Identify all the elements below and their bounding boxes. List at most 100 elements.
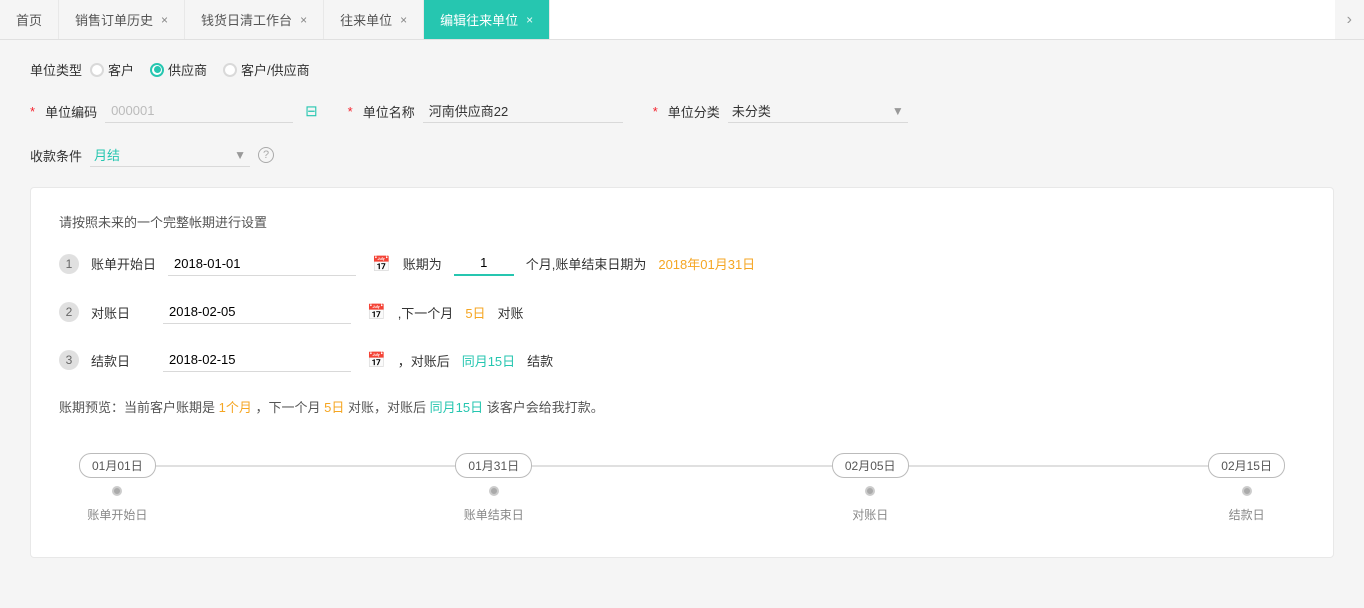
preview-reconcile: 5日 <box>324 400 344 415</box>
period-suffix2-1: 个月,账单结束日期为 <box>526 254 647 273</box>
timeline-pill-3: 02月05日 <box>832 453 909 478</box>
timeline-label-3: 对账日 <box>852 506 888 523</box>
payment-terms-help-icon[interactable]: ? <box>258 147 274 163</box>
period-row-1: 1 账单开始日 📅 账期为 个月,账单结束日期为 2018年01月31日 <box>59 251 1305 276</box>
period-num-3: 3 <box>59 350 79 370</box>
unit-category-label: 单位分类 <box>668 102 720 121</box>
tab-edit-counterpart-close[interactable]: × <box>526 13 533 27</box>
tab-counterpart[interactable]: 往来单位 × <box>324 0 424 39</box>
radio-supplier[interactable]: 供应商 <box>150 60 207 79</box>
period-months-input[interactable] <box>454 251 514 276</box>
timeline-dot-3 <box>865 486 875 496</box>
panel-hint: 请按照未来的一个完整帐期进行设置 <box>59 212 1305 231</box>
period-cal-icon-1[interactable]: 📅 <box>372 255 391 273</box>
timeline-label-1: 账单开始日 <box>87 506 147 523</box>
timeline-node-3: 02月05日 对账日 <box>832 453 909 523</box>
unit-category-select[interactable]: 未分类 ▼ <box>728 99 908 123</box>
payment-terms-field: 收款条件 月结 ▼ ? <box>30 143 274 167</box>
payment-terms-row: 收款条件 月结 ▼ ? <box>30 143 1334 167</box>
radio-customer[interactable]: 客户 <box>90 60 134 79</box>
period-date-2[interactable] <box>163 300 351 324</box>
timeline-label-4: 结款日 <box>1229 506 1265 523</box>
timeline-dots: 01月01日 账单开始日 01月31日 账单结束日 02月05日 对账日 <box>79 453 1285 523</box>
period-reconcile-day: 5日 <box>465 303 485 322</box>
unit-category-value: 未分类 <box>732 101 892 120</box>
timeline-node-2: 01月31日 账单结束日 <box>455 453 532 523</box>
unit-code-field: * 单位编码 ⊟ <box>30 99 318 123</box>
unit-name-label: 单位名称 <box>363 102 415 121</box>
timeline-node-1: 01月01日 账单开始日 <box>79 453 156 523</box>
unit-name-input[interactable] <box>423 99 623 123</box>
tab-home[interactable]: 首页 <box>0 0 59 39</box>
radio-customer-label: 客户 <box>108 60 134 79</box>
timeline: 01月01日 账单开始日 01月31日 账单结束日 02月05日 对账日 <box>59 443 1305 533</box>
tab-edit-counterpart[interactable]: 编辑往来单位 × <box>424 0 550 39</box>
unit-info-row: * 单位编码 ⊟ * 单位名称 * 单位分类 未分类 ▼ <box>30 99 1334 123</box>
unit-category-required: * <box>653 104 658 119</box>
tab-sales-order-label: 销售订单历史 <box>75 10 153 29</box>
unit-category-chevron-icon: ▼ <box>892 104 904 118</box>
preview-text: 账期预览：当前客户账期是 1个月 ，下一个月 5日 对账，对账后 同月15日 该… <box>59 396 1305 419</box>
period-cal-icon-3[interactable]: 📅 <box>367 351 386 369</box>
period-suffix-3b: 结款 <box>527 351 553 370</box>
period-row-3: 3 结款日 📅 ，对账后 同月15日 结款 <box>59 348 1305 372</box>
unit-name-required: * <box>348 104 353 119</box>
tab-sales-order[interactable]: 销售订单历史 × <box>59 0 185 39</box>
tab-counterpart-close[interactable]: × <box>400 13 407 27</box>
timeline-pill-2: 01月31日 <box>455 453 532 478</box>
timeline-pill-1: 01月01日 <box>79 453 156 478</box>
radio-both-label: 客户/供应商 <box>241 60 310 79</box>
radio-both-circle <box>223 63 237 77</box>
payment-terms-chevron-icon: ▼ <box>234 148 246 162</box>
radio-group-unit-type: 客户 供应商 客户/供应商 <box>90 60 310 79</box>
unit-type-row: 单位类型 客户 供应商 客户/供应商 <box>30 60 1334 79</box>
timeline-dot-4 <box>1242 486 1252 496</box>
period-num-1: 1 <box>59 254 79 274</box>
payment-terms-value: 月结 <box>94 145 234 164</box>
preview-months: 1个月 <box>219 400 252 415</box>
unit-code-label: 单位编码 <box>45 102 97 121</box>
period-label-2: 对账日 <box>91 303 151 322</box>
preview-end: 该客户会给我打款。 <box>487 400 604 415</box>
period-date-1[interactable] <box>168 252 356 276</box>
timeline-node-4: 02月15日 结款日 <box>1208 453 1285 523</box>
period-end-date-1: 2018年01月31日 <box>658 254 755 273</box>
timeline-pill-4: 02月15日 <box>1208 453 1285 478</box>
tab-sales-order-close[interactable]: × <box>161 13 168 27</box>
unit-type-field: 单位类型 客户 供应商 客户/供应商 <box>30 60 310 79</box>
radio-supplier-label: 供应商 <box>168 60 207 79</box>
timeline-dot-2 <box>489 486 499 496</box>
preview-label: 账期预览：当前客户账期是 <box>59 400 215 415</box>
tab-cash-work[interactable]: 钱货日清工作台 × <box>185 0 324 39</box>
tab-home-label: 首页 <box>16 10 42 29</box>
payment-terms-select[interactable]: 月结 ▼ <box>90 143 250 167</box>
payment-terms-label: 收款条件 <box>30 146 82 165</box>
period-date-3[interactable] <box>163 348 351 372</box>
unit-code-input[interactable] <box>105 99 293 123</box>
period-suffix-1: 账期为 <box>403 254 442 273</box>
tab-cash-work-label: 钱货日清工作台 <box>201 10 292 29</box>
period-suffix-3a: ，对账后 <box>398 351 450 370</box>
period-payment-day: 同月15日 <box>462 351 515 370</box>
tab-bar: 首页 销售订单历史 × 钱货日清工作台 × 往来单位 × 编辑往来单位 × › <box>0 0 1364 40</box>
period-cal-icon-2[interactable]: 📅 <box>367 303 386 321</box>
tab-counterpart-label: 往来单位 <box>340 10 392 29</box>
radio-both[interactable]: 客户/供应商 <box>223 60 310 79</box>
unit-category-field: * 单位分类 未分类 ▼ <box>653 99 908 123</box>
period-row-2: 2 对账日 📅 ,下一个月 5日 对账 <box>59 300 1305 324</box>
preview-mid2: 对账，对账后 <box>348 400 426 415</box>
tab-cash-work-close[interactable]: × <box>300 13 307 27</box>
unit-code-copy-icon[interactable]: ⊟ <box>305 102 318 120</box>
period-suffix-2b: 对账 <box>498 303 524 322</box>
tab-more-arrow[interactable]: › <box>1335 0 1364 39</box>
settings-panel: 请按照未来的一个完整帐期进行设置 1 账单开始日 📅 账期为 个月,账单结束日期… <box>30 187 1334 558</box>
unit-name-field: * 单位名称 <box>348 99 623 123</box>
main-content: 单位类型 客户 供应商 客户/供应商 <box>0 40 1364 608</box>
tab-edit-counterpart-label: 编辑往来单位 <box>440 10 518 29</box>
timeline-label-2: 账单结束日 <box>464 506 524 523</box>
period-label-3: 结款日 <box>91 351 151 370</box>
radio-customer-circle <box>90 63 104 77</box>
period-suffix-2a: ,下一个月 <box>398 303 454 322</box>
unit-type-label: 单位类型 <box>30 60 82 79</box>
period-num-2: 2 <box>59 302 79 322</box>
